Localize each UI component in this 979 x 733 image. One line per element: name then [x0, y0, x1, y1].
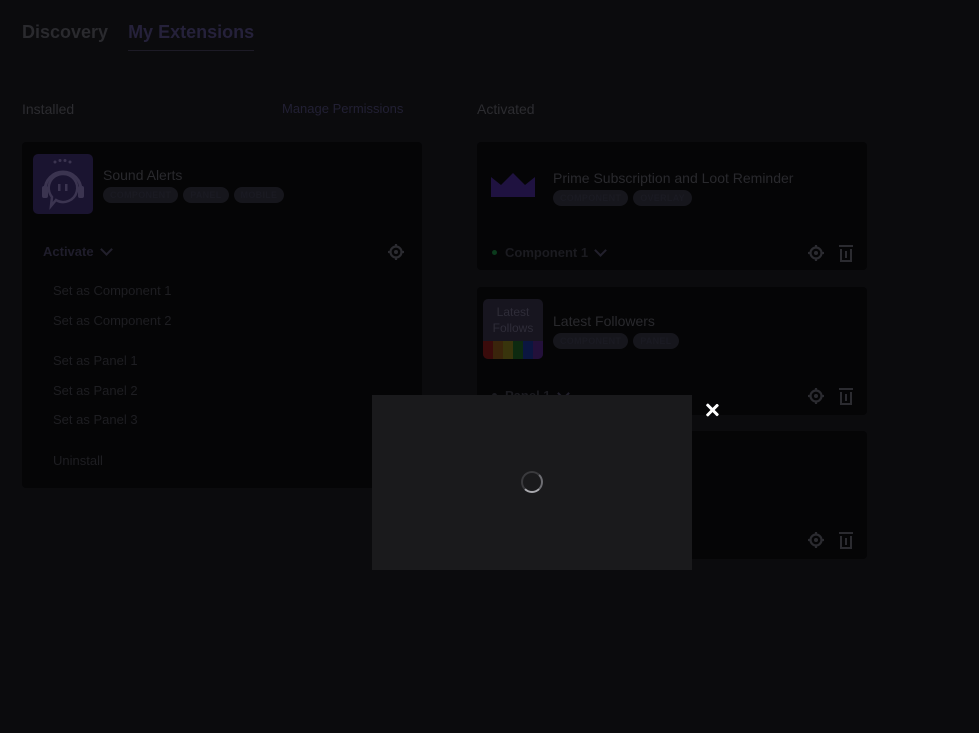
modal-backdrop[interactable] — [0, 0, 979, 733]
loading-spinner-icon — [521, 471, 543, 493]
close-icon[interactable] — [703, 401, 721, 419]
loading-modal — [372, 395, 692, 570]
